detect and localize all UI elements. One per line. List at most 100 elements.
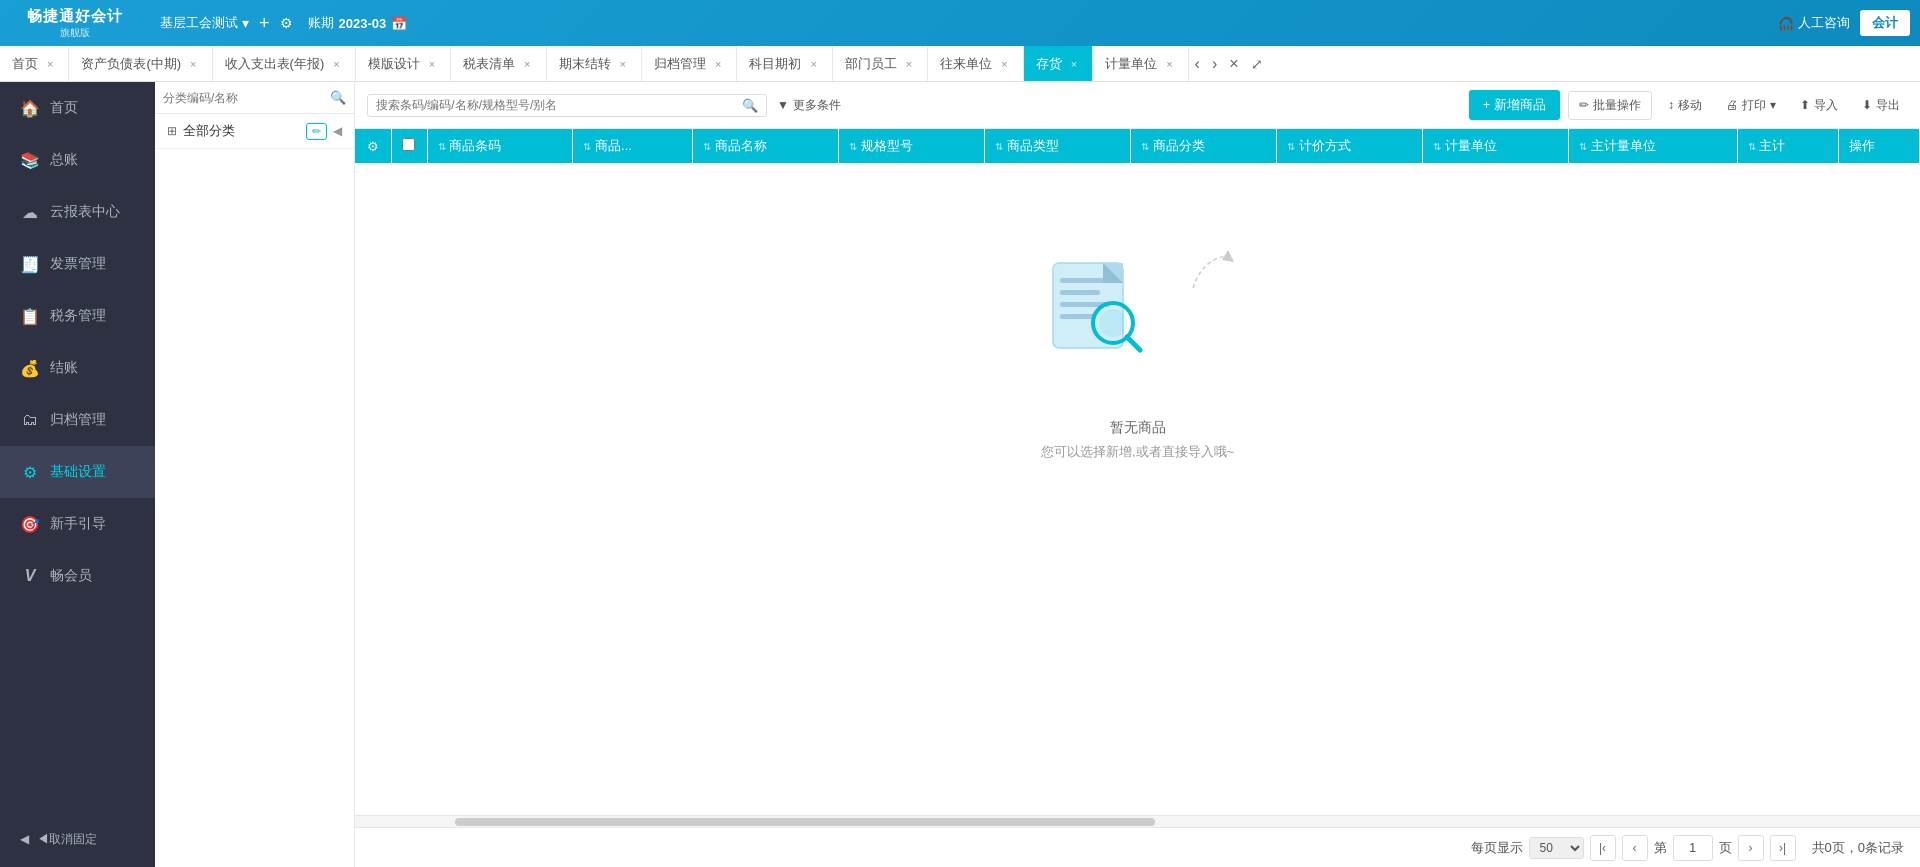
tab-income-close[interactable]: ×	[330, 57, 342, 71]
category-search-icon[interactable]: 🔍	[330, 90, 346, 105]
consult-btn[interactable]: 🎧 人工咨询	[1778, 14, 1850, 32]
import-btn[interactable]: ⬆ 导入	[1792, 92, 1846, 119]
category-edit-btn[interactable]: ✏	[306, 123, 327, 140]
tab-tax-list[interactable]: 税表清单 ×	[451, 46, 546, 82]
th-settings[interactable]: ⚙	[355, 129, 391, 163]
sidebar: 🏠 首页 📚 总账 ☁ 云报表中心 🧾 发票管理 📋 税务管理 💰 结账 🗂 归…	[0, 82, 155, 867]
tab-template-close[interactable]: ×	[426, 57, 438, 71]
sidebar-item-reports[interactable]: ☁ 云报表中心	[0, 186, 155, 238]
page-last-btn[interactable]: ›|	[1770, 835, 1796, 861]
th-barcode-sort-icon: ⇅	[438, 141, 446, 152]
tab-unit[interactable]: 计量单位 ×	[1093, 46, 1188, 82]
th-category[interactable]: ⇅ 商品分类	[1131, 129, 1277, 163]
th-code[interactable]: ⇅ 商品...	[573, 129, 693, 163]
tab-home[interactable]: 首页 ×	[0, 46, 69, 82]
svg-rect-2	[1060, 290, 1100, 295]
product-search-input[interactable]	[376, 98, 736, 112]
category-collapse-btn[interactable]: ◀	[333, 124, 342, 138]
content-area: 🔍 ⊞ 全部分类 ✏ ◀ 🔍 ▼	[155, 82, 1920, 867]
page-first-btn[interactable]: |‹	[1590, 835, 1616, 861]
add-product-btn[interactable]: + 新增商品	[1469, 90, 1560, 120]
search-icon[interactable]: 🔍	[742, 98, 758, 113]
th-price-method[interactable]: ⇅ 计价方式	[1277, 129, 1423, 163]
unpin-btn[interactable]: ◀ ◀取消固定	[0, 821, 155, 857]
page-next-btn[interactable]: ›	[1738, 835, 1764, 861]
tab-subject-init[interactable]: 科目期初 ×	[737, 46, 832, 82]
tab-dept-staff[interactable]: 部门员工 ×	[833, 46, 928, 82]
tab-unit-close[interactable]: ×	[1163, 57, 1175, 71]
th-main-unit[interactable]: ⇅ 主计量单位	[1569, 129, 1737, 163]
category-search-input[interactable]	[163, 91, 324, 105]
tab-close-all-btn[interactable]: ×	[1223, 46, 1244, 82]
tab-prev-btn[interactable]: ‹	[1189, 46, 1206, 82]
tab-inventory[interactable]: 存货 ×	[1024, 46, 1093, 82]
filter-label: 更多条件	[793, 97, 841, 114]
tab-period-close[interactable]: ×	[617, 57, 629, 71]
tab-balance-sheet[interactable]: 资产负债表(中期) ×	[69, 46, 212, 82]
tab-tax-list-close[interactable]: ×	[521, 57, 533, 71]
sidebar-item-settle[interactable]: 💰 结账	[0, 342, 155, 394]
home-icon: 🏠	[20, 99, 40, 118]
tab-template[interactable]: 模版设计 ×	[356, 46, 451, 82]
sidebar-item-invoice[interactable]: 🧾 发票管理	[0, 238, 155, 290]
export-btn[interactable]: ⬇ 导出	[1854, 92, 1908, 119]
tab-dept-close[interactable]: ×	[903, 57, 915, 71]
th-main-count[interactable]: ⇅ 主计	[1737, 129, 1838, 163]
th-spec[interactable]: ⇅ 规格型号	[839, 129, 985, 163]
th-cat-sort-icon: ⇅	[1141, 141, 1149, 152]
top-header: 畅捷通好会计 旗舰版 基层工会测试 ▾ + ⚙ 账期 2023-03 📅 🎧 人…	[0, 0, 1920, 46]
tab-unit-label: 计量单位	[1105, 55, 1157, 73]
sidebar-item-home[interactable]: 🏠 首页	[0, 82, 155, 134]
page-number-input[interactable]	[1673, 835, 1713, 861]
sidebar-item-member[interactable]: V 畅会员	[0, 550, 155, 602]
company-name[interactable]: 基层工会测试	[160, 14, 238, 32]
tab-archive-close[interactable]: ×	[712, 57, 724, 71]
select-all-checkbox[interactable]	[402, 138, 415, 151]
sidebar-item-ledger[interactable]: 📚 总账	[0, 134, 155, 186]
th-checkbox[interactable]	[391, 129, 427, 163]
tab-inventory-close[interactable]: ×	[1068, 57, 1080, 71]
cloud-icon: ☁	[20, 203, 40, 222]
company-dropdown-btn[interactable]: ▾	[242, 15, 249, 31]
scrollbar-area[interactable]	[355, 815, 1920, 827]
pagination-left: 每页显示 50 100 200 |‹ ‹ 第 页 › ›| 共0页，0	[1471, 835, 1904, 861]
tab-subject-label: 科目期初	[749, 55, 801, 73]
tab-archive[interactable]: 归档管理 ×	[642, 46, 737, 82]
page-prev-btn[interactable]: ‹	[1622, 835, 1648, 861]
th-type-sort-icon: ⇅	[995, 141, 1003, 152]
tab-contacts-close[interactable]: ×	[998, 57, 1010, 71]
sidebar-item-guide[interactable]: 🎯 新手引导	[0, 498, 155, 550]
add-tab-btn[interactable]: +	[259, 13, 270, 34]
th-name[interactable]: ⇅ 商品名称	[693, 129, 839, 163]
tab-balance-close[interactable]: ×	[187, 57, 199, 71]
sidebar-item-archive[interactable]: 🗂 归档管理	[0, 394, 155, 446]
sidebar-label-settle: 结账	[50, 359, 78, 377]
tab-home-close[interactable]: ×	[44, 57, 56, 71]
move-btn[interactable]: ↕ 移动	[1660, 92, 1710, 119]
settings-btn[interactable]: ⚙	[280, 15, 293, 31]
scrollbar-thumb[interactable]	[455, 818, 1155, 826]
sidebar-item-basic[interactable]: ⚙ 基础设置	[0, 446, 155, 498]
batch-btn[interactable]: ✏ 批量操作	[1568, 91, 1652, 120]
th-name-sort-icon: ⇅	[703, 141, 711, 152]
empty-main-text: 暂无商品	[1110, 419, 1166, 437]
tab-expand-btn[interactable]: ⤢	[1245, 46, 1269, 82]
calendar-icon[interactable]: 📅	[391, 16, 407, 31]
tab-income[interactable]: 收入支出表(年报) ×	[213, 46, 356, 82]
th-unit[interactable]: ⇅ 计量单位	[1423, 129, 1569, 163]
tab-subject-close[interactable]: ×	[807, 57, 819, 71]
tab-period-transfer[interactable]: 期末结转 ×	[547, 46, 642, 82]
account-btn[interactable]: 会计	[1860, 10, 1910, 36]
category-all-label[interactable]: 全部分类	[183, 122, 235, 140]
page-size-select[interactable]: 50 100 200	[1529, 837, 1584, 859]
th-barcode[interactable]: ⇅ 商品条码	[427, 129, 573, 163]
print-btn[interactable]: 🖨 打印 ▾	[1718, 92, 1784, 119]
tab-contacts[interactable]: 往来单位 ×	[928, 46, 1023, 82]
filter-btn[interactable]: ▼ 更多条件	[777, 97, 841, 114]
th-mcount-sort-icon: ⇅	[1748, 141, 1756, 152]
th-type[interactable]: ⇅ 商品类型	[985, 129, 1131, 163]
sidebar-item-tax[interactable]: 📋 税务管理	[0, 290, 155, 342]
toolbar: 🔍 ▼ 更多条件 + 新增商品 ✏ 批量操作 ↕	[355, 82, 1920, 129]
pagination-bar: 每页显示 50 100 200 |‹ ‹ 第 页 › ›| 共0页，0	[355, 827, 1920, 867]
tab-next-btn[interactable]: ›	[1206, 46, 1223, 82]
